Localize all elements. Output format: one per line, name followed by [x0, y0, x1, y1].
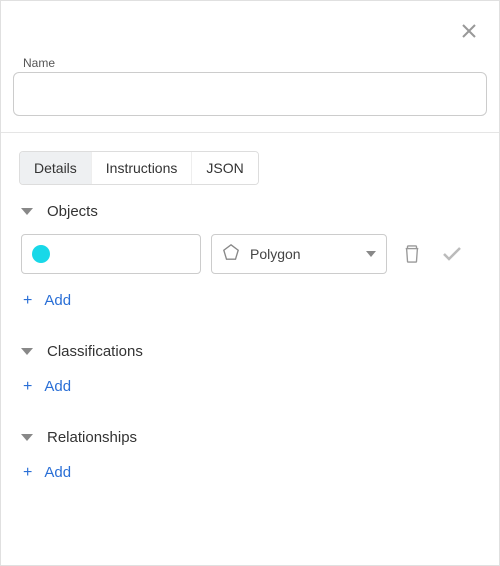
modal-header: [1, 1, 499, 56]
add-classification-button[interactable]: + Add: [21, 374, 479, 399]
divider: [1, 132, 499, 133]
object-name-input[interactable]: [21, 234, 201, 274]
add-classification-label: Add: [44, 378, 71, 395]
delete-object-button[interactable]: [397, 239, 427, 269]
add-relationship-button[interactable]: + Add: [21, 460, 479, 485]
close-button[interactable]: [459, 21, 479, 41]
plus-icon: +: [23, 465, 32, 481]
add-object-label: Add: [44, 292, 71, 309]
ontology-editor-modal: Name Details Instructions JSON Objects P…: [0, 0, 500, 566]
plus-icon: +: [23, 293, 32, 309]
trash-icon: [403, 244, 421, 264]
classifications-title: Classifications: [47, 343, 143, 360]
tab-json[interactable]: JSON: [192, 152, 257, 184]
objects-section: Objects Polygon +: [1, 185, 499, 313]
shape-select[interactable]: Polygon: [211, 234, 387, 274]
plus-icon: +: [23, 379, 32, 395]
add-object-button[interactable]: + Add: [21, 288, 479, 313]
polygon-icon: [222, 243, 240, 266]
relationships-section-header[interactable]: Relationships: [21, 429, 479, 446]
classifications-section: Classifications + Add: [1, 325, 499, 399]
confirm-object-button[interactable]: [437, 239, 467, 269]
color-swatch[interactable]: [32, 245, 50, 263]
relationships-section: Relationships + Add: [1, 411, 499, 485]
objects-title: Objects: [47, 203, 98, 220]
name-label: Name: [23, 56, 487, 70]
name-section: Name: [1, 56, 499, 132]
classifications-section-header[interactable]: Classifications: [21, 343, 479, 360]
objects-section-header[interactable]: Objects: [21, 203, 479, 220]
add-relationship-label: Add: [44, 464, 71, 481]
chevron-down-icon: [366, 251, 376, 257]
tab-instructions[interactable]: Instructions: [92, 152, 193, 184]
object-row: Polygon: [21, 234, 479, 274]
check-icon: [442, 246, 462, 262]
relationships-title: Relationships: [47, 429, 137, 446]
tab-details[interactable]: Details: [20, 152, 92, 184]
tabs: Details Instructions JSON: [19, 151, 259, 185]
shape-text: Polygon: [250, 246, 301, 262]
chevron-down-icon: [21, 434, 33, 441]
chevron-down-icon: [21, 348, 33, 355]
close-icon: [461, 23, 477, 39]
chevron-down-icon: [21, 208, 33, 215]
shape-select-value: Polygon: [222, 243, 301, 266]
name-input[interactable]: [13, 72, 487, 116]
